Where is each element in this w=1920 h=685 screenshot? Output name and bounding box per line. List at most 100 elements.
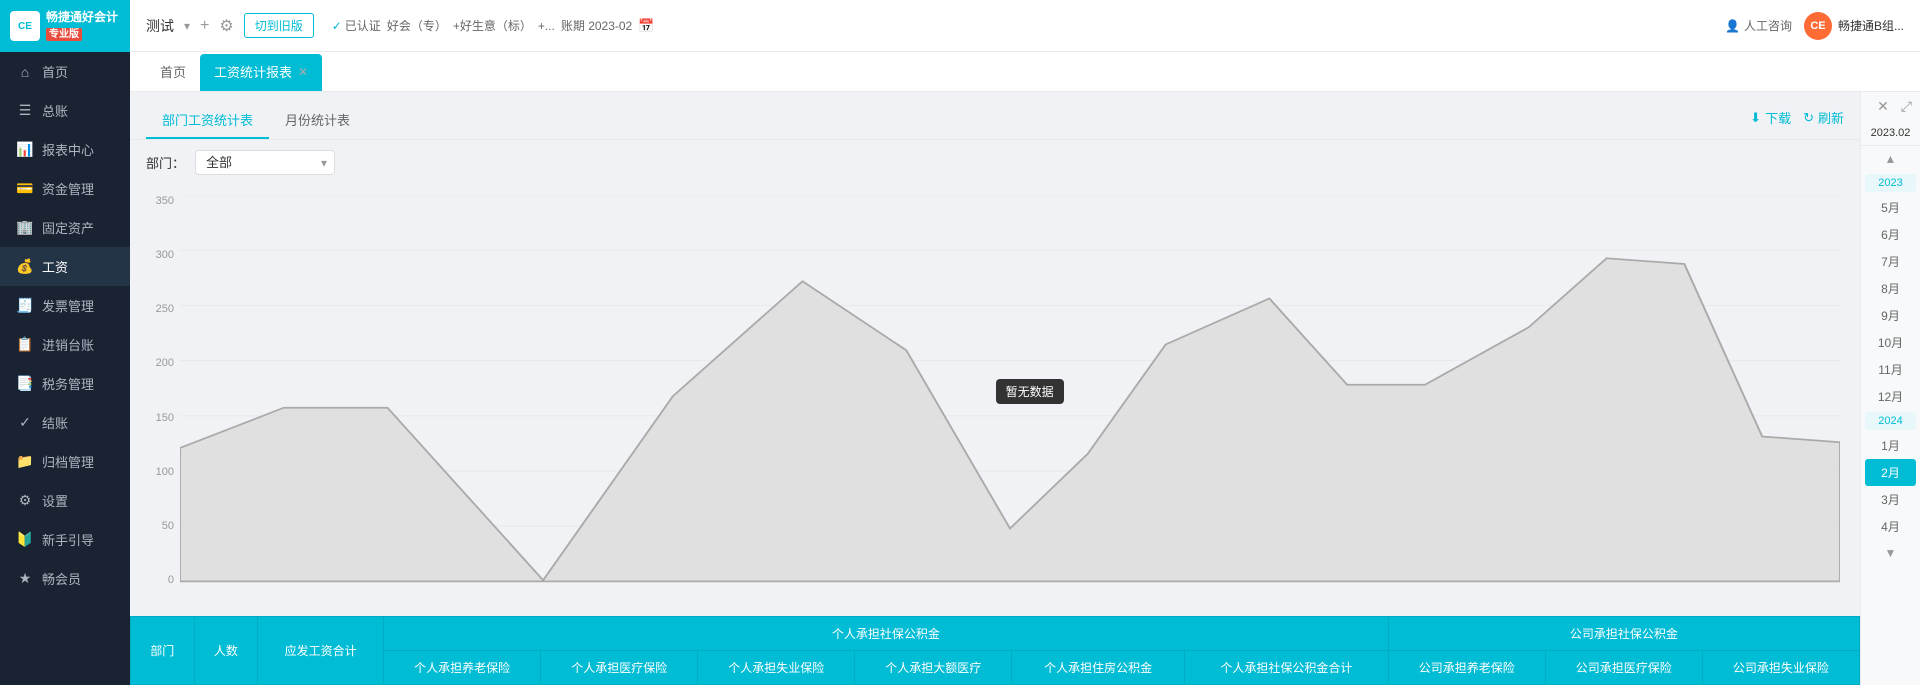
sidebar: CE 畅捷通好会计 专业版 ⌂ 首页 ☰ 总账 📊 报表中心 💳 资金管理 🏢 … bbox=[0, 0, 130, 685]
month-item-2024-2[interactable]: 2月 bbox=[1865, 459, 1916, 486]
th-personal-large-medical: 个人承担大额医疗 bbox=[855, 651, 1012, 685]
sidebar-item-archive[interactable]: 📁 归档管理 bbox=[0, 442, 130, 481]
panel-expand-btn[interactable]: ⤢ bbox=[1897, 96, 1916, 117]
chart-tooltip: 暂无数据 bbox=[996, 379, 1064, 404]
tab-salary-report[interactable]: 工资统计报表 ✕ bbox=[200, 54, 322, 91]
sidebar-item-tax[interactable]: 📑 税务管理 bbox=[0, 364, 130, 403]
tab-home-label: 首页 bbox=[160, 62, 186, 81]
sidebar-item-funds[interactable]: 💳 资金管理 bbox=[0, 169, 130, 208]
topbar-add-btn[interactable]: + bbox=[200, 17, 209, 35]
dept-select[interactable]: 全部 销售部 技术部 财务部 人事部 bbox=[195, 150, 335, 175]
year-2023-label: 2023 bbox=[1865, 174, 1916, 192]
sidebar-item-label: 固定资产 bbox=[42, 218, 94, 237]
month-item-2024-1[interactable]: 1月 bbox=[1861, 432, 1920, 459]
sidebar-item-reports[interactable]: 📊 报表中心 bbox=[0, 130, 130, 169]
invoice-icon: 🧾 bbox=[16, 297, 34, 314]
sidebar-item-label: 新手引导 bbox=[42, 530, 94, 549]
sidebar-item-invoice[interactable]: 🧾 发票管理 bbox=[0, 286, 130, 325]
main-content: 测试 ▾ + ⚙ 切到旧版 ✓已认证 好会（专） +好生意（标） +... 账期… bbox=[130, 0, 1920, 685]
year-nav-down[interactable]: ▼ bbox=[1861, 540, 1920, 566]
sidebar-item-member[interactable]: ★ 畅会员 bbox=[0, 559, 130, 598]
sidebar-item-label: 设置 bbox=[42, 491, 68, 510]
sidebar-item-label: 进销台账 bbox=[42, 335, 94, 354]
funds-icon: 💳 bbox=[16, 180, 34, 197]
logo-icon: CE bbox=[10, 11, 40, 41]
switch-to-old-btn[interactable]: 切到旧版 bbox=[244, 13, 314, 38]
sidebar-item-label: 工资 bbox=[42, 257, 68, 276]
data-table: 部门 人数 应发工资合计 个人承担社保公积金 公司承担社保公积金 个人承担养老保… bbox=[130, 616, 1860, 685]
month-item-5[interactable]: 5月 bbox=[1861, 194, 1920, 221]
calendar-icon[interactable]: 📅 bbox=[638, 18, 654, 34]
refresh-icon: ↻ bbox=[1803, 110, 1814, 126]
app-logo: CE 畅捷通好会计 专业版 bbox=[0, 0, 130, 52]
content-main: 部门工资统计表 月份统计表 ⬇ 下载 ↻ 刷新 bbox=[130, 92, 1860, 685]
topbar-status: ✓已认证 好会（专） +好生意（标） +... 账期 2023-02 📅 bbox=[332, 17, 655, 34]
sidebar-item-guide[interactable]: 🔰 新手引导 bbox=[0, 520, 130, 559]
user-info[interactable]: CE 畅捷通B组... bbox=[1804, 12, 1904, 40]
sidebar-item-ledger[interactable]: ☰ 总账 bbox=[0, 91, 130, 130]
sidebar-item-checkout[interactable]: ✓ 结账 bbox=[0, 403, 130, 442]
year-2024-label: 2024 bbox=[1865, 412, 1916, 430]
month-item-2024-3[interactable]: 3月 bbox=[1861, 486, 1920, 513]
table-header-row2: 个人承担养老保险 个人承担医疗保险 个人承担失业保险 个人承担大额医疗 个人承担… bbox=[131, 651, 1860, 685]
month-item-11[interactable]: 11月 bbox=[1861, 356, 1920, 383]
th-dept: 部门 bbox=[131, 617, 195, 685]
chart-area: 350 300 250 200 150 100 50 0 bbox=[130, 185, 1860, 616]
help-btn[interactable]: 👤 人工咨询 bbox=[1725, 17, 1792, 34]
topbar-dropdown-arrow[interactable]: ▾ bbox=[184, 19, 190, 33]
reports-icon: 📊 bbox=[16, 141, 34, 158]
sidebar-item-sales[interactable]: 📋 进销台账 bbox=[0, 325, 130, 364]
refresh-btn[interactable]: ↻ 刷新 bbox=[1803, 108, 1844, 127]
member-icon: ★ bbox=[16, 570, 34, 587]
sidebar-item-label: 报表中心 bbox=[42, 140, 94, 159]
right-date-panel: ✕ ⤢ 2023.02 ▲ 2023 5月 6月 7月 8月 9月 10月 11… bbox=[1860, 92, 1920, 685]
th-personal-total: 个人承担社保公积金合计 bbox=[1184, 651, 1388, 685]
th-company-pension: 公司承担养老保险 bbox=[1388, 651, 1545, 685]
status-certified: ✓已认证 bbox=[332, 17, 381, 34]
tab-home[interactable]: 首页 bbox=[146, 54, 200, 91]
download-btn[interactable]: ⬇ 下载 bbox=[1750, 108, 1791, 127]
th-count: 人数 bbox=[194, 617, 258, 685]
th-personal-unemployment: 个人承担失业保险 bbox=[698, 651, 855, 685]
table-header-row1: 部门 人数 应发工资合计 个人承担社保公积金 公司承担社保公积金 bbox=[131, 617, 1860, 651]
toolbar-left: 部门： 全部 销售部 技术部 财务部 人事部 bbox=[146, 150, 335, 175]
th-personal-insurance: 个人承担社保公积金 bbox=[384, 617, 1389, 651]
y-axis-labels: 350 300 250 200 150 100 50 0 bbox=[130, 195, 178, 586]
status-more: +... bbox=[538, 19, 555, 33]
month-item-12[interactable]: 12月 bbox=[1861, 383, 1920, 410]
th-personal-housing-fund: 个人承担住房公积金 bbox=[1012, 651, 1185, 685]
month-item-8[interactable]: 8月 bbox=[1861, 275, 1920, 302]
topbar-title: 测试 bbox=[146, 16, 174, 36]
topbar-settings-btn[interactable]: ⚙ bbox=[219, 16, 233, 36]
content-and-panel: 部门工资统计表 月份统计表 ⬇ 下载 ↻ 刷新 bbox=[130, 92, 1920, 685]
panel-close-btn[interactable]: ✕ bbox=[1873, 96, 1893, 117]
tabbar: 首页 工资统计报表 ✕ bbox=[130, 52, 1920, 92]
topbar-right: 👤 人工咨询 CE 畅捷通B组... bbox=[1725, 12, 1904, 40]
month-item-2024-4[interactable]: 4月 bbox=[1861, 513, 1920, 540]
year-up-btn[interactable]: ▲ bbox=[1881, 150, 1901, 168]
sidebar-item-home[interactable]: ⌂ 首页 bbox=[0, 52, 130, 91]
month-item-10[interactable]: 10月 bbox=[1861, 329, 1920, 356]
month-item-7[interactable]: 7月 bbox=[1861, 248, 1920, 275]
status-good-biz: +好生意（标） bbox=[453, 17, 532, 34]
sidebar-item-settings[interactable]: ⚙ 设置 bbox=[0, 481, 130, 520]
sidebar-item-assets[interactable]: 🏢 固定资产 bbox=[0, 208, 130, 247]
sales-icon: 📋 bbox=[16, 336, 34, 353]
subtab-dept[interactable]: 部门工资统计表 bbox=[146, 102, 269, 139]
th-personal-pension: 个人承担养老保险 bbox=[384, 651, 541, 685]
topbar: 测试 ▾ + ⚙ 切到旧版 ✓已认证 好会（专） +好生意（标） +... 账期… bbox=[130, 0, 1920, 52]
assets-icon: 🏢 bbox=[16, 219, 34, 236]
sidebar-item-salary[interactable]: 💰 工资 bbox=[0, 247, 130, 286]
month-item-6[interactable]: 6月 bbox=[1861, 221, 1920, 248]
salary-icon: 💰 bbox=[16, 258, 34, 275]
th-company-unemployment: 公司承担失业保险 bbox=[1702, 651, 1859, 685]
subtab-monthly[interactable]: 月份统计表 bbox=[269, 102, 366, 139]
dept-select-wrapper[interactable]: 全部 销售部 技术部 财务部 人事部 bbox=[195, 150, 335, 175]
sidebar-item-label: 资金管理 bbox=[42, 179, 94, 198]
toolbar: 部门： 全部 销售部 技术部 财务部 人事部 bbox=[130, 140, 1860, 185]
month-item-9[interactable]: 9月 bbox=[1861, 302, 1920, 329]
year-down-btn[interactable]: ▼ bbox=[1881, 544, 1901, 562]
tab-close-btn[interactable]: ✕ bbox=[298, 65, 308, 79]
year-nav-up[interactable]: ▲ bbox=[1861, 146, 1920, 172]
th-total-salary: 应发工资合计 bbox=[258, 617, 384, 685]
